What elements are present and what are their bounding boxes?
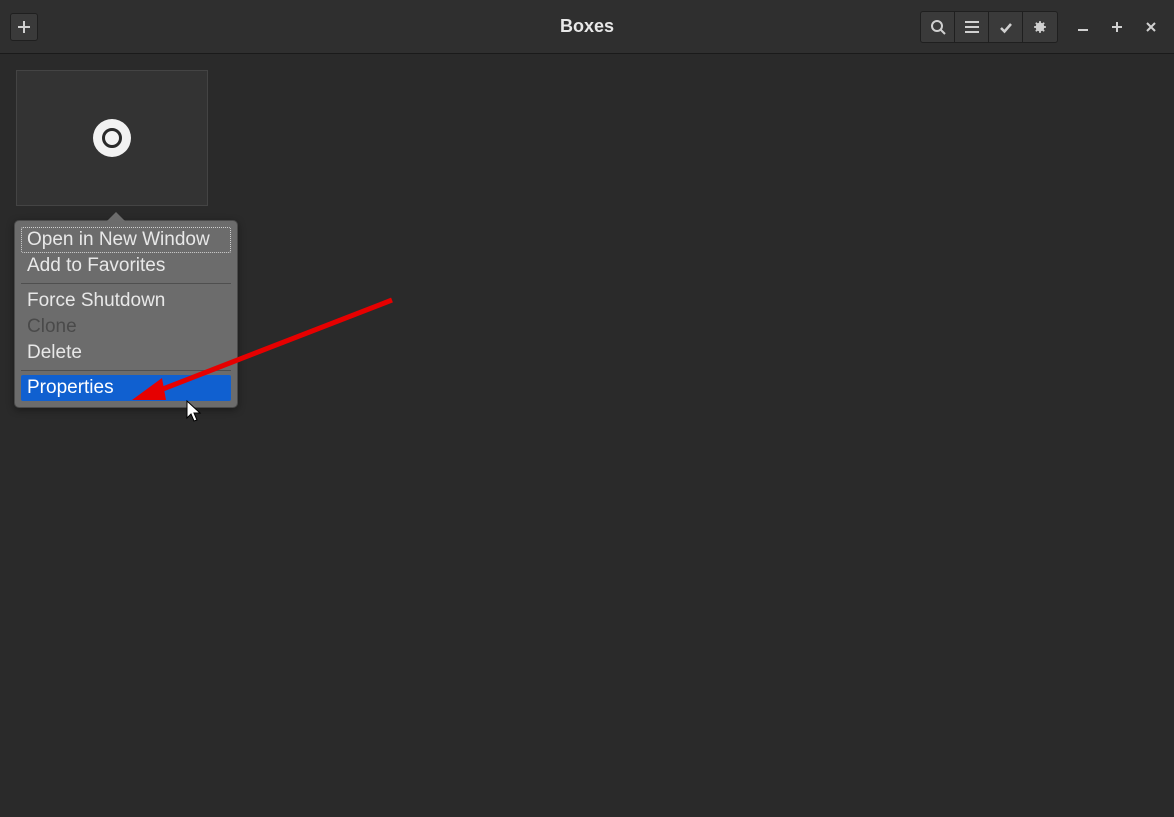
- maximize-icon: [1111, 21, 1123, 33]
- close-icon: [1145, 21, 1157, 33]
- window-controls: [1066, 12, 1168, 42]
- titlebar: Boxes: [0, 0, 1174, 54]
- list-view-button[interactable]: [955, 12, 989, 42]
- window-title: Boxes: [560, 16, 614, 37]
- content-area: [0, 54, 1174, 222]
- check-icon: [999, 20, 1013, 34]
- search-button[interactable]: [921, 12, 955, 42]
- gear-icon: [1032, 19, 1048, 35]
- minimize-button[interactable]: [1066, 12, 1100, 42]
- maximize-button[interactable]: [1100, 12, 1134, 42]
- disc-icon: [93, 119, 131, 157]
- toolbar-right: [920, 11, 1168, 43]
- search-icon: [930, 19, 946, 35]
- new-vm-button[interactable]: [10, 13, 38, 41]
- menu-separator: [21, 370, 231, 371]
- menu-item-delete[interactable]: Delete: [21, 340, 231, 366]
- menu-item-clone: Clone: [21, 314, 231, 340]
- tool-group: [920, 11, 1058, 43]
- hamburger-icon: [965, 21, 979, 33]
- plus-icon: [17, 20, 31, 34]
- vm-tile[interactable]: [16, 70, 208, 206]
- context-menu: Open in New Window Add to Favorites Forc…: [14, 220, 238, 408]
- settings-button[interactable]: [1023, 12, 1057, 42]
- select-button[interactable]: [989, 12, 1023, 42]
- menu-item-force-shutdown[interactable]: Force Shutdown: [21, 288, 231, 314]
- minimize-icon: [1077, 21, 1089, 33]
- menu-separator: [21, 283, 231, 284]
- menu-item-add-favorites[interactable]: Add to Favorites: [21, 253, 231, 279]
- menu-item-open-new-window[interactable]: Open in New Window: [21, 227, 231, 253]
- close-button[interactable]: [1134, 12, 1168, 42]
- menu-item-properties[interactable]: Properties: [21, 375, 231, 401]
